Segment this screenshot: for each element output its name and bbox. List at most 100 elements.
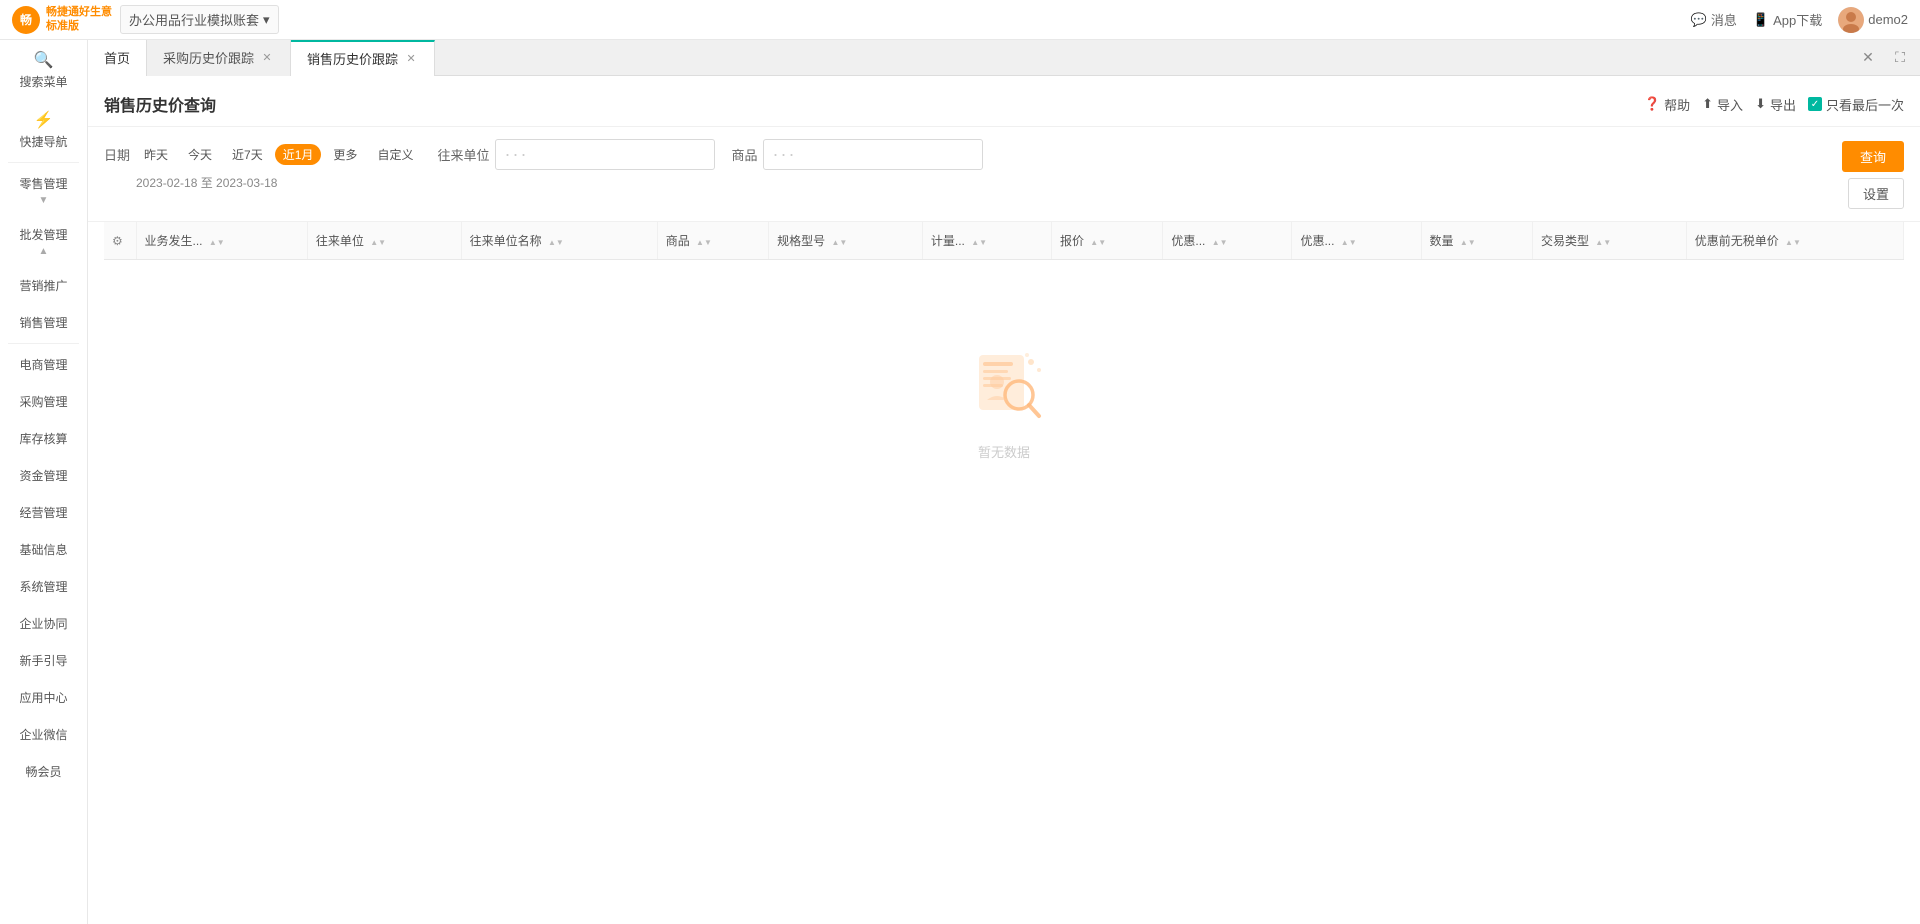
sort-arrows-spec[interactable]: ▲▼ — [831, 239, 847, 247]
sidebar-item-app-center[interactable]: 应用中心 — [0, 679, 87, 716]
search-icon: 🔍 — [34, 50, 54, 70]
maximize-btn[interactable]: ⛶ — [1888, 46, 1912, 70]
tab-sales-history[interactable]: 销售历史价跟踪 ✕ — [291, 40, 435, 76]
sidebar-item-search-menu[interactable]: 🔍 搜索菜单 — [0, 40, 87, 100]
date-chip-more[interactable]: 更多 — [325, 144, 365, 165]
sidebar-item-operation-mgmt[interactable]: 经营管理 — [0, 494, 87, 531]
top-bar-left: 畅 畅捷通好生意 标准版 办公用品行业模拟账套 ▾ — [12, 5, 279, 34]
table-col-qty[interactable]: 数量 ▲▼ — [1421, 222, 1532, 260]
partner-filter-group: 往来单位 ··· — [437, 139, 715, 170]
checkbox-checked-icon: ✓ — [1808, 97, 1822, 111]
sort-arrows-product[interactable]: ▲▼ — [696, 239, 712, 247]
partner-filter-label: 往来单位 — [437, 145, 489, 164]
sidebar-item-enterprise-wechat[interactable]: 企业微信 — [0, 716, 87, 753]
top-bar-right: 💬 消息 📱 App下载 demo2 — [1691, 7, 1908, 33]
empty-state: 暂无数据 — [104, 260, 1904, 541]
sidebar-item-sales-mgmt[interactable]: 销售管理 — [0, 304, 87, 341]
partner-input[interactable]: ··· — [495, 139, 715, 170]
close-sales-history-tab[interactable]: ✕ — [404, 52, 418, 66]
sidebar-item-marketing[interactable]: 营销推广 — [0, 267, 87, 304]
product-dots: ··· — [772, 144, 796, 165]
sidebar-item-member[interactable]: 畅会员 — [0, 753, 87, 790]
close-purchase-history-tab[interactable]: ✕ — [260, 51, 274, 65]
last-only-checkbox[interactable]: ✓ 只看最后一次 — [1808, 95, 1904, 114]
sort-arrows-price[interactable]: ▲▼ — [1090, 239, 1106, 247]
table-col-product[interactable]: 商品 ▲▼ — [657, 222, 768, 260]
date-chip-7days[interactable]: 近7天 — [224, 144, 271, 165]
question-icon: ❓ — [1644, 96, 1660, 112]
table-col-spec[interactable]: 规格型号 ▲▼ — [769, 222, 923, 260]
date-chip-1month[interactable]: 近1月 — [275, 144, 322, 165]
table-col-discount1[interactable]: 优惠... ▲▼ — [1163, 222, 1292, 260]
filter-bar: 日期 昨天 今天 近7天 近1月 更多 自定义 — [88, 127, 1920, 222]
date-chip-yesterday[interactable]: 昨天 — [136, 144, 176, 165]
empty-illustration — [959, 340, 1049, 430]
product-filter-label: 商品 — [731, 145, 757, 164]
table-settings-col: ⚙ — [104, 222, 136, 260]
tab-purchase-history[interactable]: 采购历史价跟踪 ✕ — [147, 40, 291, 76]
lightning-icon: ⚡ — [34, 110, 54, 130]
sidebar-item-new-guide[interactable]: 新手引导 — [0, 642, 87, 679]
tab-home[interactable]: 首页 — [88, 40, 147, 76]
tab-bar-actions: ✕ ⛶ — [1856, 46, 1920, 70]
sort-arrows-partner-code[interactable]: ▲▼ — [370, 239, 386, 247]
app-download-btn[interactable]: 📱 App下载 — [1753, 10, 1822, 29]
settings-button[interactable]: 设置 — [1848, 178, 1904, 209]
chevron-down-icon: ▾ — [263, 12, 270, 28]
sidebar-item-finance-mgmt[interactable]: 资金管理 — [0, 457, 87, 494]
filter-row-1: 日期 昨天 今天 近7天 近1月 更多 自定义 — [104, 139, 1826, 170]
table-col-price[interactable]: 报价 ▲▼ — [1051, 222, 1162, 260]
message-icon: 💬 — [1691, 12, 1707, 28]
sidebar-item-quick-nav[interactable]: ⚡ 快捷导航 — [0, 100, 87, 160]
company-selector[interactable]: 办公用品行业模拟账套 ▾ — [120, 5, 279, 34]
mobile-icon: 📱 — [1753, 12, 1769, 28]
table-col-discount2[interactable]: 优惠... ▲▼ — [1292, 222, 1421, 260]
sidebar-item-retail-mgmt[interactable]: 零售管理 ▼ — [0, 165, 87, 216]
import-btn[interactable]: ⬆ 导入 — [1702, 95, 1743, 114]
sidebar-item-basic-info[interactable]: 基础信息 — [0, 531, 87, 568]
gear-icon[interactable]: ⚙ — [112, 234, 123, 248]
date-range-display: 2023-02-18 至 2023-03-18 — [136, 176, 277, 190]
product-input[interactable]: ··· — [763, 139, 983, 170]
date-chips: 昨天 今天 近7天 近1月 更多 自定义 — [136, 144, 421, 165]
table-col-unit[interactable]: 计量... ▲▼ — [922, 222, 1051, 260]
sidebar-item-ecommerce-mgmt[interactable]: 电商管理 — [0, 346, 87, 383]
sidebar: 🔍 搜索菜单 ⚡ 快捷导航 零售管理 ▼ 批发管理 ▲ 营销推广 销售管理 电商… — [0, 40, 88, 924]
sort-arrows-pretax-price[interactable]: ▲▼ — [1785, 239, 1801, 247]
sort-arrows-partner-name[interactable]: ▲▼ — [548, 239, 564, 247]
sidebar-item-inventory[interactable]: 库存核算 — [0, 420, 87, 457]
page-actions: ❓ 帮助 ⬆ 导入 ⬇ 导出 ✓ 只看最后一次 — [1644, 95, 1904, 114]
date-filter-label: 日期 — [104, 145, 130, 164]
sidebar-item-purchase-mgmt[interactable]: 采购管理 — [0, 383, 87, 420]
page-content: 销售历史价查询 ❓ 帮助 ⬆ 导入 ⬇ 导出 ✓ — [88, 76, 1920, 924]
sidebar-item-enterprise-collab[interactable]: 企业协同 — [0, 605, 87, 642]
sidebar-item-wholesale-mgmt[interactable]: 批发管理 ▲ — [0, 216, 87, 267]
date-chip-today[interactable]: 今天 — [180, 144, 220, 165]
help-btn[interactable]: ❓ 帮助 — [1644, 95, 1690, 114]
partner-dots: ··· — [504, 144, 528, 165]
table-col-pretax-price[interactable]: 优惠前无税单价 ▲▼ — [1686, 222, 1903, 260]
close-all-tabs-btn[interactable]: ✕ — [1856, 46, 1880, 70]
table-col-partner-code[interactable]: 往来单位 ▲▼ — [307, 222, 461, 260]
sort-arrows-discount1[interactable]: ▲▼ — [1212, 239, 1228, 247]
query-button[interactable]: 查询 — [1842, 141, 1904, 172]
message-btn[interactable]: 💬 消息 — [1691, 10, 1737, 29]
sort-arrows-qty[interactable]: ▲▼ — [1460, 239, 1476, 247]
content-area: 首页 采购历史价跟踪 ✕ 销售历史价跟踪 ✕ ✕ ⛶ 销售历史价查询 — [88, 40, 1920, 924]
logo-text: 畅捷通好生意 标准版 — [46, 6, 112, 32]
logo-area: 畅 畅捷通好生意 标准版 — [12, 6, 112, 34]
table-col-biz-date[interactable]: 业务发生... ▲▼ — [136, 222, 307, 260]
table-col-partner-name[interactable]: 往来单位名称 ▲▼ — [461, 222, 657, 260]
logo-icon: 畅 — [12, 6, 40, 34]
sidebar-item-system-mgmt[interactable]: 系统管理 — [0, 568, 87, 605]
date-chip-custom[interactable]: 自定义 — [369, 144, 421, 165]
table-col-trade-type[interactable]: 交易类型 ▲▼ — [1532, 222, 1686, 260]
export-btn[interactable]: ⬇ 导出 — [1755, 95, 1796, 114]
sort-arrows-discount2[interactable]: ▲▼ — [1341, 239, 1357, 247]
tab-bar: 首页 采购历史价跟踪 ✕ 销售历史价跟踪 ✕ ✕ ⛶ — [88, 40, 1920, 76]
sort-arrows-unit[interactable]: ▲▼ — [971, 239, 987, 247]
sort-arrows-trade-type[interactable]: ▲▼ — [1595, 239, 1611, 247]
user-profile[interactable]: demo2 — [1838, 7, 1908, 33]
table-header-row: ⚙ 业务发生... ▲▼ 往来单位 ▲▼ 往来单位名称 — [104, 222, 1904, 260]
sort-arrows-biz-date[interactable]: ▲▼ — [209, 239, 225, 247]
